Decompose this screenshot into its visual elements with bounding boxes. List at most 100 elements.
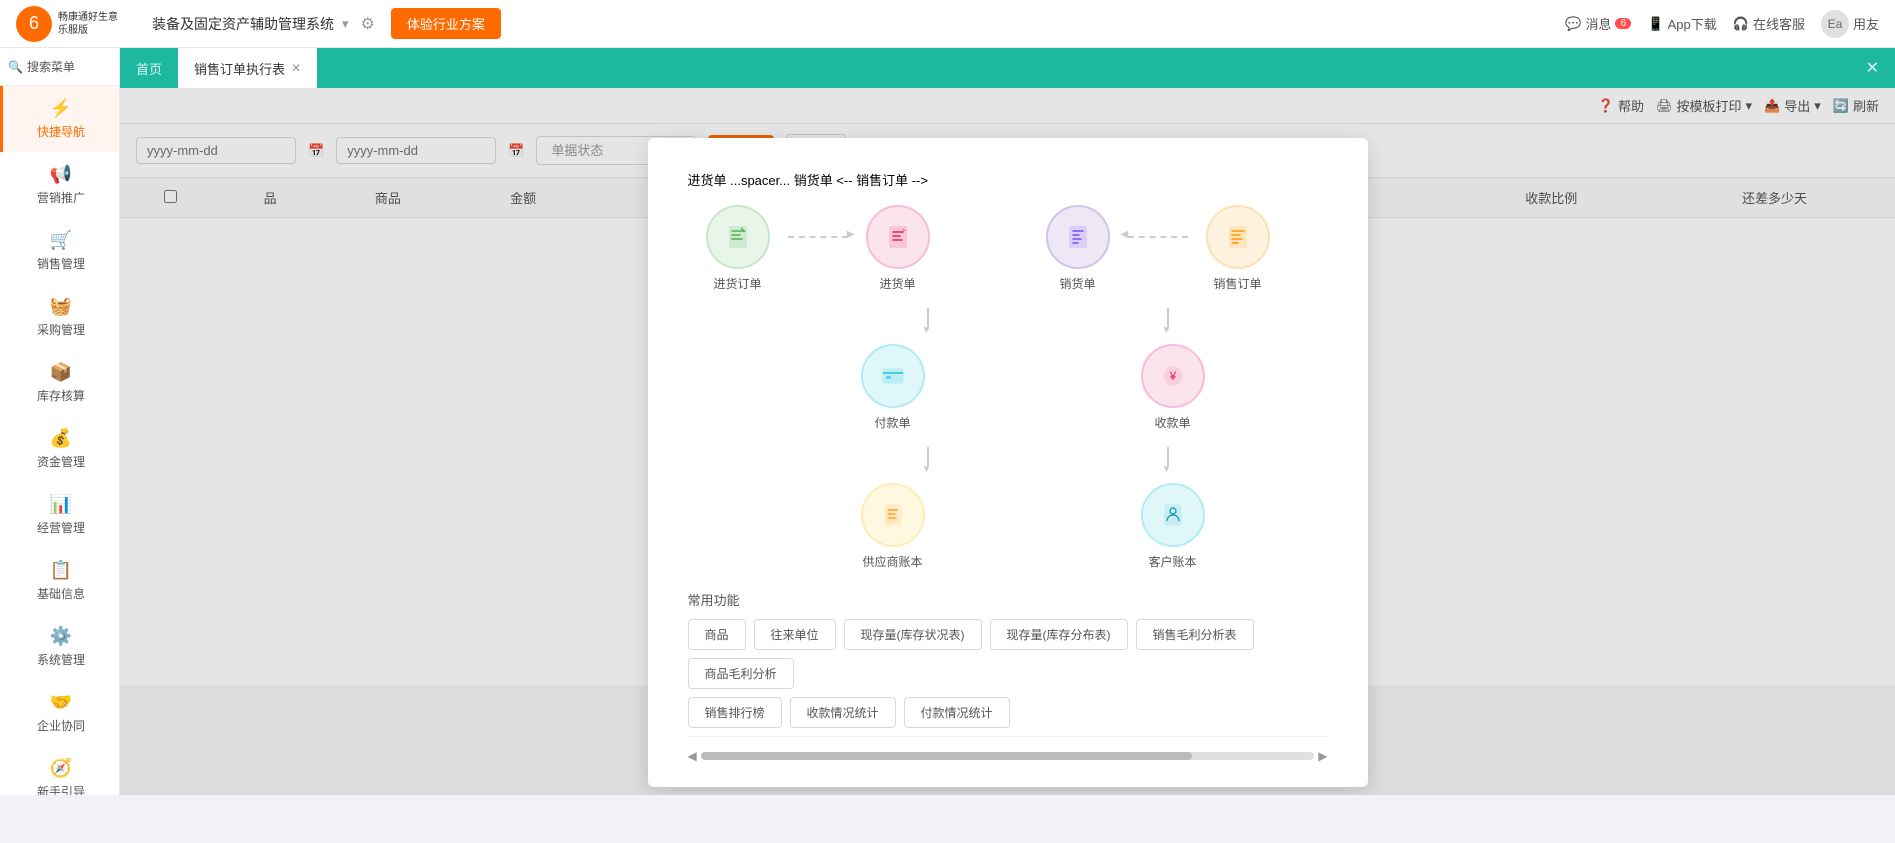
header-right: 💬 消息 6 📱 App下载 🎧 在线客服 Ea 用友 <box>1565 10 1879 38</box>
sales-order-icon[interactable] <box>1206 205 1270 269</box>
receipt-bill-label: 收款单 <box>1154 414 1190 431</box>
scroll-area: ◀ ▶ <box>688 736 1328 763</box>
enterprise-icon: 🤝 <box>50 692 72 713</box>
main-content: 首页 销售订单执行表 ✕ ✕ ❓ 帮助 🖨 按模板打印 ▾ 📤 导出 ▾ <box>120 48 1895 795</box>
online-service-btn[interactable]: 🎧 在线客服 <box>1733 14 1805 33</box>
arrow-down-right: ▼ <box>1118 308 1218 328</box>
func-btn-payment-stats[interactable]: 付款情况统计 <box>904 697 1010 728</box>
arrow-down-left: ▼ <box>878 308 978 328</box>
scroll-right-btn[interactable]: ▶ <box>1318 749 1327 763</box>
app-download-btn[interactable]: 📱 App下载 <box>1647 14 1716 33</box>
system-title: 装备及固定资产辅助管理系统 <box>152 14 334 34</box>
gear-icon[interactable]: ⚙ <box>361 14 375 34</box>
logo-text: 畅康通好生意 乐服版 <box>58 11 118 37</box>
sidebar-item-sales[interactable]: 🛒 销售管理 <box>0 218 119 284</box>
service-icon: 🎧 <box>1733 16 1749 32</box>
scrollbar-track[interactable] <box>701 752 1315 760</box>
tab-home[interactable]: 首页 <box>120 48 178 88</box>
flow-arrows-row2: ▼ ▼ <box>688 447 1328 467</box>
modal-box: 进货单 ...spacer... 销货单 <-- 销售订单 --> 进货订单 ▶ <box>648 138 1368 787</box>
func-btn-inventory-status[interactable]: 现存量(库存状况表) <box>844 619 982 650</box>
sidebar-item-operation[interactable]: 📊 经营管理 <box>0 482 119 548</box>
customer-account-label: 客户账本 <box>1148 553 1196 570</box>
sales-order-label: 销售订单 <box>1213 275 1261 292</box>
try-button[interactable]: 体验行业方案 <box>391 8 501 39</box>
arrow-down-left2: ▼ <box>878 447 978 467</box>
func-btn-sales-ranking[interactable]: 销售排行榜 <box>688 697 782 728</box>
func-buttons-row1: 商品 往来单位 现存量(库存状况表) 现存量(库存分布表) 销售毛利分析表 商品… <box>688 619 1328 689</box>
supplier-account-label: 供应商账本 <box>862 553 922 570</box>
sales-bill-label: 销货单 <box>1059 275 1095 292</box>
inventory-icon: 📦 <box>50 362 72 383</box>
customer-account-icon[interactable] <box>1141 483 1205 547</box>
modal-overlay[interactable]: 进货单 ...spacer... 销货单 <-- 销售订单 --> 进货订单 ▶ <box>120 88 1895 795</box>
payment-bill-node[interactable]: 付款单 <box>843 344 943 431</box>
sidebar-item-basic-info[interactable]: 📋 基础信息 <box>0 548 119 614</box>
receipt-bill-node[interactable]: ¥ 收款单 <box>1123 344 1223 431</box>
sidebar-item-quick-nav[interactable]: ⚡ 快捷导航 <box>0 86 119 152</box>
basic-info-icon: 📋 <box>50 560 72 581</box>
common-functions: 常用功能 商品 往来单位 现存量(库存状况表) 现存量(库存分布表) 销售毛利分… <box>688 590 1328 763</box>
sidebar-item-guide[interactable]: 🧭 新手引导 <box>0 746 119 795</box>
page-body: ❓ 帮助 🖨 按模板打印 ▾ 📤 导出 ▾ 🔄 刷新 📅 📅 <box>120 88 1895 795</box>
tab-close-icon[interactable]: ✕ <box>291 61 301 75</box>
func-btn-receipt-stats[interactable]: 收款情况统计 <box>790 697 896 728</box>
user-info[interactable]: Ea 用友 <box>1821 10 1879 38</box>
purchase-order-node[interactable]: 进货订单 <box>688 205 788 292</box>
operation-icon: 📊 <box>50 494 72 515</box>
flow-row-1: 进货订单 ▶ 进货单 <box>688 205 1328 292</box>
flow-chart: 进货单 ...spacer... 销货单 <-- 销售订单 --> 进货订单 ▶ <box>688 170 1328 570</box>
func-btn-sales-analysis[interactable]: 销售毛利分析表 <box>1136 619 1254 650</box>
sidebar-item-purchase[interactable]: 🧺 采购管理 <box>0 284 119 350</box>
sidebar-item-inventory[interactable]: 📦 库存核算 <box>0 350 119 416</box>
dropdown-icon[interactable]: ▾ <box>342 16 349 32</box>
sys-mgmt-icon: ⚙️ <box>50 626 72 647</box>
search-menu[interactable]: 🔍 搜索菜单 <box>0 48 119 86</box>
marketing-icon: 📢 <box>50 164 72 185</box>
sales-bill-icon[interactable] <box>1046 205 1110 269</box>
customer-account-node[interactable]: 客户账本 <box>1123 483 1223 570</box>
func-buttons-row2: 销售排行榜 收款情况统计 付款情况统计 <box>688 697 1328 728</box>
purchase-bill-icon[interactable] <box>866 205 930 269</box>
func-btn-goods[interactable]: 商品 <box>688 619 746 650</box>
supplier-account-icon[interactable] <box>861 483 925 547</box>
sidebar-item-marketing[interactable]: 📢 营销推广 <box>0 152 119 218</box>
logo-icon: 6 <box>16 6 52 42</box>
top-header: 6 畅康通好生意 乐服版 装备及固定资产辅助管理系统 ▾ ⚙ 体验行业方案 💬 … <box>0 0 1895 48</box>
scroll-left-btn[interactable]: ◀ <box>688 749 697 763</box>
message-btn[interactable]: 💬 消息 6 <box>1565 14 1631 33</box>
payment-bill-label: 付款单 <box>874 414 910 431</box>
tab-sales-order[interactable]: 销售订单执行表 ✕ <box>178 48 317 88</box>
app-title-area: 装备及固定资产辅助管理系统 ▾ ⚙ 体验行业方案 <box>136 8 1565 39</box>
supplier-account-node[interactable]: 供应商账本 <box>843 483 943 570</box>
purchase-order-label: 进货订单 <box>713 275 761 292</box>
flow-arrows-row: ▼ ▼ <box>688 308 1328 328</box>
flow-row-2: 付款单 ¥ 收款单 <box>688 344 1328 431</box>
close-main-icon[interactable]: ✕ <box>1850 58 1895 78</box>
purchase-icon: 🧺 <box>50 296 72 317</box>
sales-icon: 🛒 <box>50 230 72 251</box>
guide-icon: 🧭 <box>50 758 72 779</box>
sales-order-node[interactable]: 销售订单 <box>1188 205 1288 292</box>
arrow-down-right2: ▼ <box>1118 447 1218 467</box>
receipt-bill-icon[interactable]: ¥ <box>1141 344 1205 408</box>
purchase-bill-label: 进货单 <box>879 275 915 292</box>
purchase-order-icon[interactable] <box>706 205 770 269</box>
search-icon: 🔍 <box>8 60 23 74</box>
func-btn-contacts[interactable]: 往来单位 <box>754 619 836 650</box>
sidebar-item-enterprise[interactable]: 🤝 企业协同 <box>0 680 119 746</box>
sales-bill-node[interactable]: 销货单 <box>1028 205 1128 292</box>
download-icon: 📱 <box>1647 16 1663 32</box>
sidebar-item-sys-mgmt[interactable]: ⚙️ 系统管理 <box>0 614 119 680</box>
purchase-bill-node[interactable]: 进货单 <box>848 205 948 292</box>
func-btn-goods-analysis[interactable]: 商品毛利分析 <box>688 658 794 689</box>
arrow-left-1: ◀ <box>1128 236 1188 238</box>
svg-text:¥: ¥ <box>1168 369 1176 383</box>
message-icon: 💬 <box>1565 16 1581 32</box>
logo-area: 6 畅康通好生意 乐服版 <box>16 6 136 42</box>
func-btn-inventory-dist[interactable]: 现存量(库存分布表) <box>990 619 1128 650</box>
payment-bill-icon[interactable] <box>861 344 925 408</box>
quick-nav-icon: ⚡ <box>50 98 72 119</box>
sidebar-item-finance[interactable]: 💰 资金管理 <box>0 416 119 482</box>
flow-row-3: 供应商账本 客户账本 <box>688 483 1328 570</box>
